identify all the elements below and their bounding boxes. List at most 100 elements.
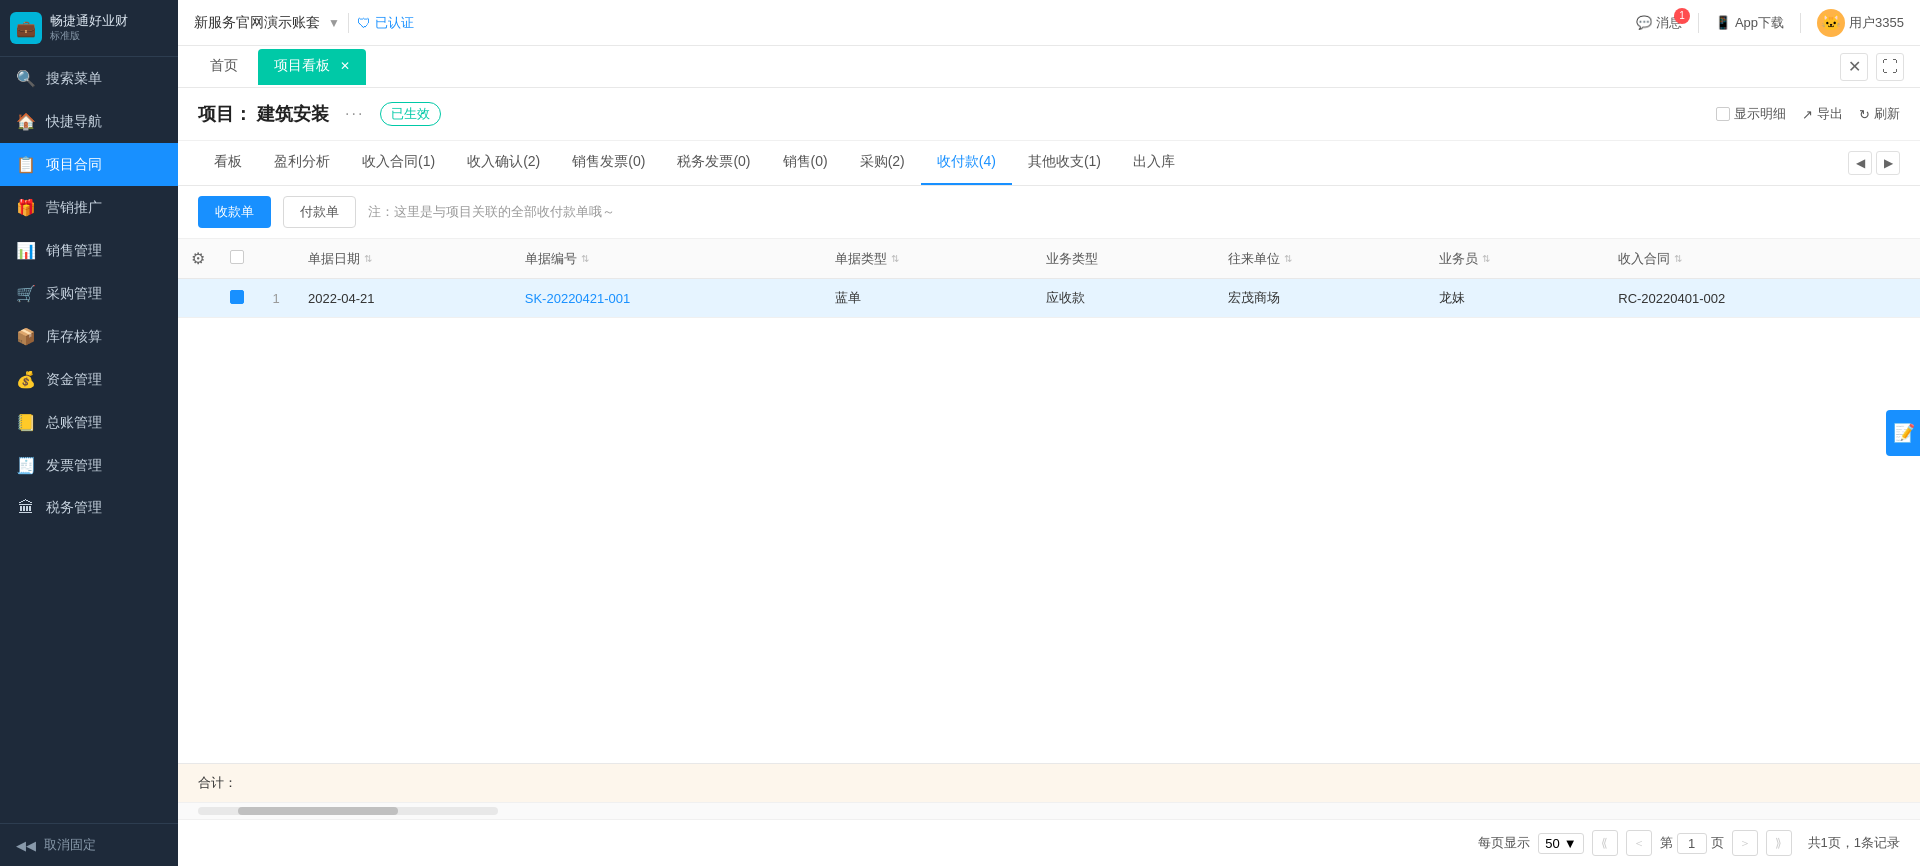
tab-close-icon[interactable]: ✕ [340, 59, 350, 73]
message-icon: 💬 [1636, 15, 1652, 30]
sidebar-item-ledger[interactable]: 📒 总账管理 [0, 401, 178, 444]
col-income-contract-header[interactable]: 收入合同 ⇅ [1606, 239, 1920, 279]
sidebar-logo: 💼 畅捷通好业财 标准版 [0, 0, 178, 57]
page-suffix: 页 [1711, 834, 1724, 852]
sidebar-item-search[interactable]: 🔍 搜索菜单 [0, 57, 178, 100]
sidebar-item-marketing[interactable]: 🎁 营销推广 [0, 186, 178, 229]
sidebar-item-tax[interactable]: 🏛 税务管理 [0, 487, 178, 529]
maximize-button[interactable]: ⛶ [1876, 53, 1904, 81]
col-biz-type-header: 业务类型 [1034, 239, 1216, 279]
col-date-label: 单据日期 [308, 250, 360, 268]
messages-button[interactable]: 💬 消息 1 [1636, 14, 1682, 32]
sidebar-item-project[interactable]: 📋 项目合同 [0, 143, 178, 186]
show-detail-action[interactable]: 显示明细 [1716, 105, 1786, 123]
tab-home[interactable]: 首页 [194, 49, 254, 85]
sidebar-item-label: 库存核算 [46, 328, 102, 346]
certified-badge: 🛡 已认证 [357, 14, 414, 32]
account-dropdown-icon[interactable]: ▼ [328, 16, 340, 30]
select-all-checkbox[interactable] [230, 250, 244, 264]
close-window-button[interactable]: ✕ [1840, 53, 1868, 81]
next-page-button[interactable]: ＞ [1732, 830, 1758, 856]
col-checkbox-header[interactable] [218, 239, 256, 279]
sub-tab-income-contract[interactable]: 收入合同(1) [346, 141, 451, 185]
sub-tab-kanban-label: 看板 [214, 153, 242, 169]
row-checkbox-cell[interactable] [218, 279, 256, 318]
col-salesperson-label: 业务员 [1439, 250, 1478, 268]
sidebar-item-inventory[interactable]: 📦 库存核算 [0, 315, 178, 358]
scroll-thumb[interactable] [238, 807, 398, 815]
sub-tab-nav: ◀ ▶ [1848, 151, 1900, 175]
feedback-button[interactable]: 📝 [1886, 410, 1920, 456]
show-detail-checkbox[interactable] [1716, 107, 1730, 121]
sub-tab-tax-invoice[interactable]: 税务发票(0) [661, 141, 766, 185]
content-area: 项目： 建筑安装 ··· 已生效 显示明细 ↗ 导出 ↻ 刷新 [178, 88, 1920, 866]
payment-filter-button[interactable]: 付款单 [283, 196, 356, 228]
tab-kanban[interactable]: 项目看板 ✕ [258, 49, 366, 85]
sub-tab-next-button[interactable]: ▶ [1876, 151, 1900, 175]
sidebar-item-sales[interactable]: 📊 销售管理 [0, 229, 178, 272]
refresh-icon: ↻ [1859, 107, 1870, 122]
sub-tab-sales[interactable]: 销售(0) [767, 141, 844, 185]
tabbar-actions: ✕ ⛶ [1840, 53, 1904, 81]
sub-tab-sales-invoice[interactable]: 销售发票(0) [556, 141, 661, 185]
col-type-header[interactable]: 单据类型 ⇅ [823, 239, 1034, 279]
sub-tab-prev-button[interactable]: ◀ [1848, 151, 1872, 175]
sidebar-item-label: 发票管理 [46, 457, 102, 475]
sub-tab-income-contract-label: 收入合同(1) [362, 153, 435, 169]
col-date-header[interactable]: 单据日期 ⇅ [296, 239, 513, 279]
row-income-contract-cell: RC-20220401-002 [1606, 279, 1920, 318]
user-button[interactable]: 🐱 用户3355 [1817, 9, 1904, 37]
col-partner-header[interactable]: 往来单位 ⇅ [1216, 239, 1427, 279]
col-code-label: 单据编号 [525, 250, 577, 268]
col-biz-type-label: 业务类型 [1046, 251, 1098, 266]
fund-icon: 💰 [16, 370, 36, 389]
sidebar-item-label: 销售管理 [46, 242, 102, 260]
col-salesperson-header[interactable]: 业务员 ⇅ [1427, 239, 1607, 279]
sub-tab-other-income[interactable]: 其他收支(1) [1012, 141, 1117, 185]
sidebar-item-invoice[interactable]: 🧾 发票管理 [0, 444, 178, 487]
last-page-button[interactable]: ⟫ [1766, 830, 1792, 856]
prev-page-button[interactable]: ＜ [1626, 830, 1652, 856]
sidebar-item-label: 项目合同 [46, 156, 102, 174]
page-number[interactable]: 1 [1677, 833, 1707, 854]
sub-tab-purchase[interactable]: 采购(2) [844, 141, 921, 185]
topbar: 新服务官网演示账套 ▼ 🛡 已认证 💬 消息 1 📱 App下载 🐱 用户3 [178, 0, 1920, 46]
column-settings-icon[interactable]: ⚙ [191, 250, 205, 267]
row-code-cell[interactable]: SK-20220421-001 [513, 279, 823, 318]
col-code-header[interactable]: 单据编号 ⇅ [513, 239, 823, 279]
logo-subtitle: 标准版 [50, 29, 128, 43]
sidebar-item-fund[interactable]: 💰 资金管理 [0, 358, 178, 401]
sidebar-item-label: 搜索菜单 [46, 70, 102, 88]
sub-tab-profit[interactable]: 盈利分析 [258, 141, 346, 185]
sidebar-item-purchase[interactable]: 🛒 采购管理 [0, 272, 178, 315]
sub-tab-receipt[interactable]: 收付款(4) [921, 141, 1012, 185]
filter-bar: 收款单 付款单 注：这里是与项目关联的全部收付款单哦～ [178, 186, 1920, 239]
sub-tab-kanban[interactable]: 看板 [198, 141, 258, 185]
app-download-button[interactable]: 📱 App下载 [1715, 14, 1784, 32]
export-icon: ↗ [1802, 107, 1813, 122]
row-num-cell: 1 [256, 279, 296, 318]
col-income-contract-label: 收入合同 [1618, 250, 1670, 268]
more-options-icon[interactable]: ··· [345, 105, 364, 123]
col-settings-header[interactable]: ⚙ [178, 239, 218, 279]
ledger-icon: 📒 [16, 413, 36, 432]
refresh-button[interactable]: ↻ 刷新 [1859, 105, 1900, 123]
sidebar-unpin-button[interactable]: ◀◀ 取消固定 [0, 823, 178, 866]
sub-tab-income-confirm[interactable]: 收入确认(2) [451, 141, 556, 185]
phone-icon: 📱 [1715, 15, 1731, 30]
row-biz-type-cell: 应收款 [1034, 279, 1216, 318]
first-page-button[interactable]: ⟪ [1592, 830, 1618, 856]
sidebar-item-shortcut[interactable]: 🏠 快捷导航 [0, 100, 178, 143]
per-page-select[interactable]: 50 ▼ [1538, 833, 1583, 854]
row-code-link[interactable]: SK-20220421-001 [525, 291, 631, 306]
receipt-filter-button[interactable]: 收款单 [198, 196, 271, 228]
sub-tab-inout[interactable]: 出入库 [1117, 141, 1191, 185]
inventory-icon: 📦 [16, 327, 36, 346]
marketing-icon: 🎁 [16, 198, 36, 217]
sidebar-item-label: 采购管理 [46, 285, 102, 303]
sub-tab-other-income-label: 其他收支(1) [1028, 153, 1101, 169]
total-label: 合计： [198, 774, 237, 792]
logo-icon: 💼 [10, 12, 42, 44]
export-button[interactable]: ↗ 导出 [1802, 105, 1843, 123]
row-checkbox[interactable] [230, 290, 244, 304]
